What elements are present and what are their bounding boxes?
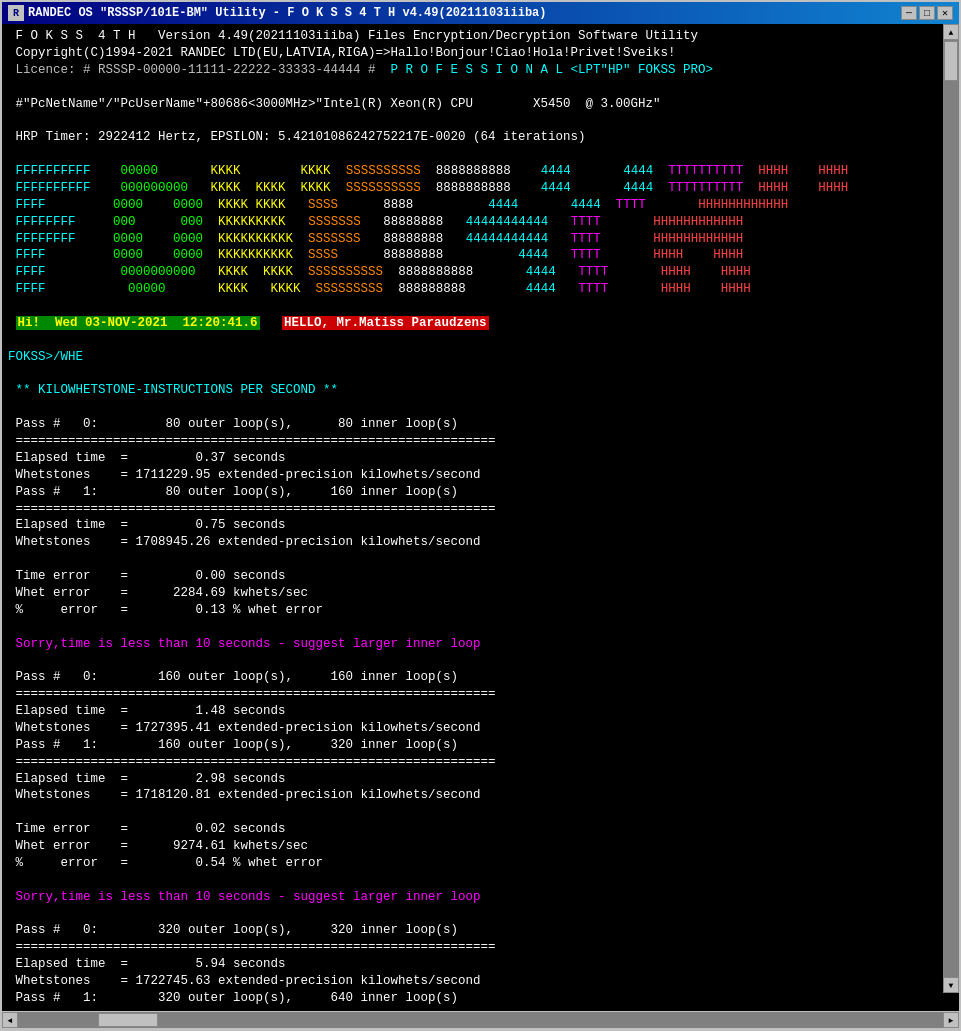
whets-1: Whetstones = 1711229.95 extended-precisi… <box>8 467 939 484</box>
ascii-7: FFFF 0000000000 KKKK KKKK SSSSSSSSSS 888… <box>8 264 939 281</box>
ascii-2: FFFFFFFFFF 000000000 KKKK KKKK KKKK SSSS… <box>8 180 939 197</box>
fokss-whe: FOKSS>/WHE <box>8 349 939 366</box>
hrp-timer: HRP Timer: 2922412 Hertz, EPSILON: 5.421… <box>8 129 939 146</box>
close-button[interactable]: ✕ <box>937 6 953 20</box>
pass1-320: Pass # 1: 320 outer loop(s), 640 inner l… <box>8 990 939 1007</box>
whet-error-1: Whet error = 2284.69 kwhets/sec <box>8 585 939 602</box>
blank-7 <box>8 551 939 568</box>
blank-6 <box>8 399 939 416</box>
blank-4 <box>8 332 939 349</box>
equals-5: ========================================… <box>8 939 939 956</box>
whets-4: Whetstones = 1718120.81 extended-precisi… <box>8 787 939 804</box>
minimize-button[interactable]: ─ <box>901 6 917 20</box>
scroll-up-button[interactable]: ▲ <box>943 24 959 40</box>
whet-error-2: Whet error = 9274.61 kwhets/sec <box>8 838 939 855</box>
pass0-320: Pass # 0: 320 outer loop(s), 320 inner l… <box>8 922 939 939</box>
blank-10 <box>8 804 939 821</box>
ascii-3: FFFF 0000 0000 KKKK KKKK SSSS 8888 4444 … <box>8 197 939 214</box>
pct-error-1: % error = 0.13 % whet error <box>8 602 939 619</box>
terminal-output: F O K S S 4 T H Version 4.49(20211103iii… <box>2 24 959 1011</box>
header-line-3: Licence: # RSSSP-00000-11111-22222-33333… <box>8 62 939 79</box>
blank-2 <box>8 146 939 163</box>
whets-2: Whetstones = 1708945.26 extended-precisi… <box>8 534 939 551</box>
pass1-line: Pass # 1: 80 outer loop(s), 160 inner lo… <box>8 484 939 501</box>
ascii-6: FFFF 0000 0000 KKKKKKKKKK SSSS 88888888 … <box>8 247 939 264</box>
equals-6: ========================================… <box>8 1007 939 1011</box>
window-title: RANDEC OS "RSSSP/101E-BM" Utility - F O … <box>28 6 546 20</box>
ascii-8: FFFF 00000 KKKK KKKK SSSSSSSSS 888888888… <box>8 281 939 298</box>
elapsed-5: Elapsed time = 5.94 seconds <box>8 956 939 973</box>
pass0-line: Pass # 0: 80 outer loop(s), 80 inner loo… <box>8 416 939 433</box>
blank-9 <box>8 652 939 669</box>
equals-4: ========================================… <box>8 754 939 771</box>
scroll-right-button[interactable]: ► <box>943 1012 959 1028</box>
title-bar-buttons: ─ □ ✕ <box>901 6 953 20</box>
time-error-1: Time error = 0.00 seconds <box>8 568 939 585</box>
header-line-4 <box>8 79 939 96</box>
title-bar-left: R RANDEC OS "RSSSP/101E-BM" Utility - F … <box>8 5 546 21</box>
blank-12 <box>8 906 939 923</box>
blank-8 <box>8 619 939 636</box>
pass0-160: Pass # 0: 160 outer loop(s), 160 inner l… <box>8 669 939 686</box>
hi-bar-line: Hi! Wed 03-NOV-2021 12:20:41.6 HELLO, Mr… <box>8 315 939 332</box>
bottom-bar: ◄ ► <box>2 1011 959 1029</box>
equals-3: ========================================… <box>8 686 939 703</box>
main-window: R RANDEC OS "RSSSP/101E-BM" Utility - F … <box>0 0 961 1031</box>
ascii-5: FFFFFFFF 0000 0000 KKKKKKKKKK SSSSSSS 88… <box>8 231 939 248</box>
sorry-1: Sorry,time is less than 10 seconds - sug… <box>8 636 939 653</box>
title-bar: R RANDEC OS "RSSSP/101E-BM" Utility - F … <box>2 2 959 24</box>
hscroll-thumb[interactable] <box>98 1013 158 1027</box>
whets-3: Whetstones = 1727395.41 extended-precisi… <box>8 720 939 737</box>
header-line-1: F O K S S 4 T H Version 4.49(20211103iii… <box>8 28 939 45</box>
scroll-thumb[interactable] <box>944 41 958 81</box>
elapsed-1: Elapsed time = 0.37 seconds <box>8 450 939 467</box>
elapsed-4: Elapsed time = 2.98 seconds <box>8 771 939 788</box>
blank-5 <box>8 366 939 383</box>
vertical-scrollbar[interactable]: ▲ ▼ <box>943 24 959 993</box>
scroll-down-button[interactable]: ▼ <box>943 977 959 993</box>
ascii-1: FFFFFFFFFF 00000 KKKK KKKK SSSSSSSSSS 88… <box>8 163 939 180</box>
time-error-2: Time error = 0.02 seconds <box>8 821 939 838</box>
blank-3 <box>8 298 939 315</box>
maximize-button[interactable]: □ <box>919 6 935 20</box>
scroll-track <box>943 40 959 977</box>
blank-1 <box>8 112 939 129</box>
app-icon: R <box>8 5 24 21</box>
pct-error-2: % error = 0.54 % whet error <box>8 855 939 872</box>
header-line-2: Copyright(C)1994-2021 RANDEC LTD(EU,LATV… <box>8 45 939 62</box>
scroll-left-button[interactable]: ◄ <box>2 1012 18 1028</box>
elapsed-3: Elapsed time = 1.48 seconds <box>8 703 939 720</box>
ascii-4: FFFFFFFF 000 000 KKKKKKKKK SSSSSSS 88888… <box>8 214 939 231</box>
blank-11 <box>8 872 939 889</box>
pc-info: #"PcNetName"/"PcUserName"+80686<3000MHz>… <box>8 96 939 113</box>
elapsed-2: Elapsed time = 0.75 seconds <box>8 517 939 534</box>
sorry-2: Sorry,time is less than 10 seconds - sug… <box>8 889 939 906</box>
pass1-160: Pass # 1: 160 outer loop(s), 320 inner l… <box>8 737 939 754</box>
hscroll-track <box>18 1012 943 1028</box>
kilowhet-title: ** KILOWHETSTONE-INSTRUCTIONS PER SECOND… <box>8 382 939 399</box>
whets-5: Whetstones = 1722745.63 extended-precisi… <box>8 973 939 990</box>
equals-2: ========================================… <box>8 501 939 518</box>
equals-1: ========================================… <box>8 433 939 450</box>
